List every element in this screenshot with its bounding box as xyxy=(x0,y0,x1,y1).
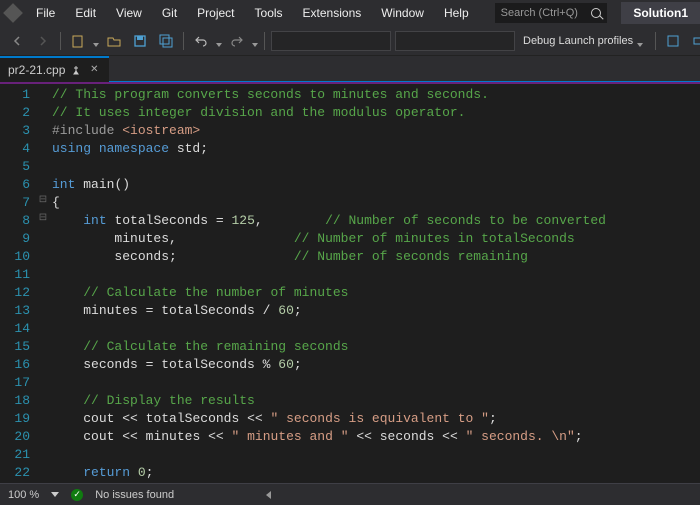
nav-back-button[interactable] xyxy=(6,30,28,52)
pin-icon[interactable] xyxy=(69,63,83,77)
launch-profiles-label: Debug Launch profiles xyxy=(523,35,633,47)
menu-item-extensions[interactable]: Extensions xyxy=(293,2,372,24)
zoom-level[interactable]: 100 % xyxy=(8,489,39,501)
open-file-button[interactable] xyxy=(103,30,125,52)
menu-item-edit[interactable]: Edit xyxy=(65,2,106,24)
search-placeholder: Search (Ctrl+Q) xyxy=(501,7,578,19)
menu-item-window[interactable]: Window xyxy=(371,2,434,24)
close-icon[interactable]: ✕ xyxy=(87,63,101,77)
tool-a-button[interactable] xyxy=(662,30,684,52)
fold-toggle-icon[interactable]: ⊟ xyxy=(34,210,52,228)
redo-button[interactable] xyxy=(226,30,248,52)
save-button[interactable] xyxy=(129,30,151,52)
editor-tabbar: pr2-21.cpp ✕ xyxy=(0,56,700,82)
toolbar-separator xyxy=(655,32,656,50)
tool-b-button[interactable] xyxy=(688,30,700,52)
launch-profiles-button[interactable]: Debug Launch profiles xyxy=(519,35,649,47)
new-item-dropdown[interactable] xyxy=(93,37,99,45)
menu-item-git[interactable]: Git xyxy=(152,2,187,24)
status-ok-icon: ✓ xyxy=(71,489,83,501)
menu-item-help[interactable]: Help xyxy=(434,2,479,24)
line-number-gutter: 123456789101112131415161718192021222324 xyxy=(0,84,34,483)
code-area[interactable]: // This program converts seconds to minu… xyxy=(52,84,700,483)
search-input[interactable]: Search (Ctrl+Q) xyxy=(495,3,608,23)
issues-label[interactable]: No issues found xyxy=(95,489,174,501)
menu-item-view[interactable]: View xyxy=(106,2,152,24)
platform-combo[interactable] xyxy=(395,31,515,51)
menu-item-tools[interactable]: Tools xyxy=(245,2,293,24)
search-icon xyxy=(591,8,601,18)
scroll-left-icon[interactable] xyxy=(266,491,271,499)
menu-item-file[interactable]: File xyxy=(26,2,65,24)
code-editor[interactable]: 123456789101112131415161718192021222324 … xyxy=(0,84,700,483)
save-all-button[interactable] xyxy=(155,30,177,52)
menubar: FileEditViewGitProjectToolsExtensionsWin… xyxy=(0,0,700,26)
fold-toggle-icon[interactable]: ⊟ xyxy=(34,192,52,210)
zoom-dropdown-icon[interactable] xyxy=(51,492,59,497)
undo-button[interactable] xyxy=(190,30,212,52)
tab-label: pr2-21.cpp xyxy=(8,63,65,77)
fold-gutter[interactable]: ⊟⊟ xyxy=(34,84,52,483)
toolbar: Debug Launch profiles xyxy=(0,26,700,56)
menu-item-project[interactable]: Project xyxy=(187,2,244,24)
undo-dropdown[interactable] xyxy=(216,37,222,45)
redo-dropdown[interactable] xyxy=(252,37,258,45)
toolbar-separator xyxy=(60,32,61,50)
statusbar: 100 % ✓ No issues found xyxy=(0,483,700,505)
launch-profiles-dropdown-icon xyxy=(637,37,645,45)
config-combo[interactable] xyxy=(271,31,391,51)
editor-tab[interactable]: pr2-21.cpp ✕ xyxy=(0,56,109,82)
toolbar-separator xyxy=(264,32,265,50)
nav-forward-button[interactable] xyxy=(32,30,54,52)
solution-selector[interactable]: Solution1 xyxy=(621,2,700,24)
toolbar-separator xyxy=(183,32,184,50)
app-logo-icon xyxy=(3,3,23,23)
new-item-button[interactable] xyxy=(67,30,89,52)
